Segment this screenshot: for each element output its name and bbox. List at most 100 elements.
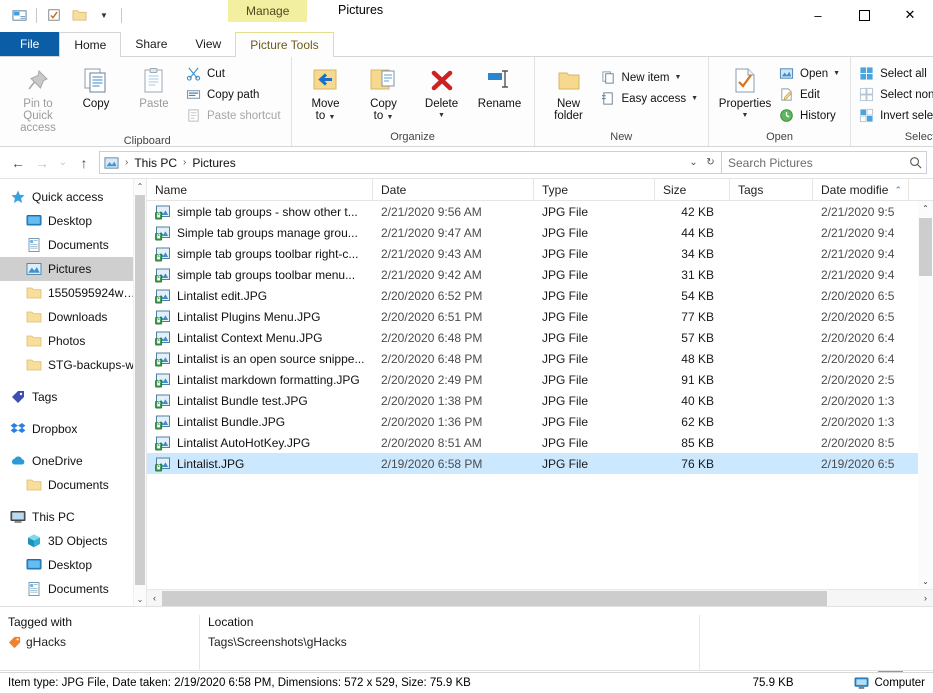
breadcrumb-this-pc[interactable]: This PC (132, 155, 179, 171)
folder-icon[interactable] (68, 4, 90, 26)
file-row[interactable]: Lintalist Bundle test.JPG 2/20/2020 1:38 … (147, 390, 933, 411)
file-name-cell[interactable]: simple tab groups toolbar menu... (147, 267, 373, 283)
sidebar-item-dropbox[interactable]: Dropbox (0, 417, 146, 441)
close-button[interactable]: ✕ (887, 0, 933, 30)
column-header-date-modified[interactable]: Date modifie ⌃ (813, 178, 909, 201)
copy-button[interactable]: Copy (67, 61, 125, 110)
delete-button[interactable]: Delete ▼ (413, 61, 471, 122)
file-name-cell[interactable]: Lintalist is an open source snippe... (147, 351, 373, 367)
file-name-cell[interactable]: Lintalist Bundle test.JPG (147, 393, 373, 409)
rename-button[interactable]: Rename (471, 61, 529, 110)
file-row[interactable]: simple tab groups toolbar right-c... 2/21… (147, 243, 933, 264)
column-header-type[interactable]: Type (534, 178, 655, 201)
file-name-cell[interactable]: Lintalist Bundle.JPG (147, 414, 373, 430)
file-name-cell[interactable]: Simple tab groups manage grou... (147, 225, 373, 241)
search-icon[interactable] (909, 156, 922, 169)
file-name-cell[interactable]: simple tab groups toolbar right-c... (147, 246, 373, 262)
new-folder-button[interactable]: New folder (540, 61, 598, 122)
history-button[interactable]: History (776, 105, 845, 126)
nav-scroll-up-icon[interactable]: ⌃ (134, 179, 146, 193)
file-name-cell[interactable]: Lintalist Plugins Menu.JPG (147, 309, 373, 325)
sidebar-item-this-pc[interactable]: This PC (0, 505, 146, 529)
file-row[interactable]: Lintalist Bundle.JPG 2/20/2020 1:36 PM JPG… (147, 411, 933, 432)
file-list-scrollbar[interactable]: ⌃ ⌄ (918, 201, 933, 589)
file-row[interactable]: Lintalist edit.JPG 2/20/2020 6:52 PM JPG F… (147, 285, 933, 306)
forward-button[interactable]: → (30, 151, 54, 175)
breadcrumb-separator-1[interactable]: › (179, 157, 190, 168)
breadcrumb-pictures[interactable]: Pictures (190, 155, 237, 171)
copy-to-button[interactable]: Copy to ▼ (355, 61, 413, 124)
sidebar-item-desktop[interactable]: Desktop (0, 553, 146, 577)
file-row[interactable]: Lintalist Plugins Menu.JPG 2/20/2020 6:51… (147, 306, 933, 327)
search-box[interactable]: Search Pictures (722, 151, 927, 174)
sidebar-item-documents[interactable]: Documents (0, 233, 146, 257)
select-none-button[interactable]: Select none (856, 84, 933, 105)
back-button[interactable]: ← (6, 151, 30, 175)
file-name-cell[interactable]: Lintalist AutoHotKey.JPG (147, 435, 373, 451)
file-row[interactable]: Lintalist markdown formatting.JPG 2/20/20… (147, 369, 933, 390)
pin-to-quick-access-button[interactable]: Pin to Quick access (9, 61, 67, 134)
file-name-cell[interactable]: Lintalist edit.JPG (147, 288, 373, 304)
file-row[interactable]: Simple tab groups manage grou... 2/21/202… (147, 222, 933, 243)
sidebar-item-documents[interactable]: Documents (0, 577, 146, 601)
hscroll-right-icon[interactable]: › (918, 591, 933, 606)
column-header-name[interactable]: Name (147, 178, 373, 201)
move-to-button[interactable]: Move to ▼ (297, 61, 355, 124)
address-dropdown-icon[interactable]: ⌄ (685, 152, 702, 173)
customize-quick-access-icon[interactable]: ▼ (93, 4, 115, 26)
list-scroll-up-icon[interactable]: ⌃ (918, 201, 933, 216)
column-header-tags[interactable]: Tags (730, 178, 813, 201)
cut-button[interactable]: Cut (183, 63, 286, 84)
hscroll-left-icon[interactable]: ‹ (147, 591, 162, 606)
navigation-pane-scrollbar[interactable]: ⌃ ⌄ (133, 179, 146, 606)
file-row[interactable]: simple tab groups - show other t... 2/21/… (147, 201, 933, 222)
sidebar-item-desktop[interactable]: Desktop (0, 209, 146, 233)
file-name-cell[interactable]: simple tab groups - show other t... (147, 204, 373, 220)
maximize-button[interactable] (841, 0, 887, 30)
sidebar-item-pictures[interactable]: Pictures (0, 257, 146, 281)
easy-access-button[interactable]: Easy access ▼ (598, 88, 704, 109)
open-button[interactable]: Open ▼ (776, 63, 845, 84)
list-scroll-down-icon[interactable]: ⌄ (918, 574, 933, 589)
file-row[interactable]: Lintalist AutoHotKey.JPG 2/20/2020 8:51 A… (147, 432, 933, 453)
tagged-with-value-row[interactable]: gHacks (8, 635, 199, 649)
paste-button[interactable]: Paste (125, 61, 183, 110)
address-path-box[interactable]: › This PC › Pictures ⌄ ↻ (99, 151, 722, 174)
paste-shortcut-button[interactable]: Paste shortcut (183, 105, 286, 126)
column-header-date[interactable]: Date (373, 178, 534, 201)
edit-button[interactable]: Edit (776, 84, 845, 105)
tab-view[interactable]: View (181, 32, 235, 56)
file-list-horizontal-scrollbar[interactable]: ‹ › (147, 589, 933, 606)
list-scroll-thumb[interactable] (919, 218, 932, 276)
file-row[interactable]: Lintalist Context Menu.JPG 2/20/2020 6:48… (147, 327, 933, 348)
sidebar-item-downloads[interactable]: Downloads (0, 305, 146, 329)
properties-button[interactable]: Properties ▼ (714, 61, 776, 122)
select-all-button[interactable]: Select all (856, 63, 933, 84)
tab-home[interactable]: Home (59, 32, 122, 57)
column-header-size[interactable]: Size (655, 178, 730, 201)
sidebar-item-tags[interactable]: Tags (0, 385, 146, 409)
sidebar-item-documents[interactable]: Documents (0, 473, 146, 497)
hscroll-thumb[interactable] (162, 590, 828, 606)
file-name-cell[interactable]: Lintalist markdown formatting.JPG (147, 372, 373, 388)
copy-path-button[interactable]: Copy path (183, 84, 286, 105)
file-row[interactable]: simple tab groups toolbar menu... 2/21/20… (147, 264, 933, 285)
sidebar-item-quick-access[interactable]: Quick access (0, 185, 146, 209)
sidebar-item-3d-objects[interactable]: 3D Objects (0, 529, 146, 553)
sidebar-item-photos[interactable]: Photos (0, 329, 146, 353)
minimize-button[interactable]: – (795, 0, 841, 30)
sidebar-item-onedrive[interactable]: OneDrive (0, 449, 146, 473)
file-name-cell[interactable]: Lintalist Context Menu.JPG (147, 330, 373, 346)
file-row[interactable]: Lintalist.JPG 2/19/2020 6:58 PM JPG File 76… (147, 453, 933, 474)
tab-file[interactable]: File (0, 32, 60, 56)
nav-scroll-thumb[interactable] (135, 195, 145, 585)
nav-scroll-down-icon[interactable]: ⌄ (134, 592, 146, 606)
refresh-icon[interactable]: ↻ (702, 152, 719, 173)
search-input[interactable]: Search Pictures (728, 156, 909, 170)
properties-icon[interactable] (8, 4, 30, 26)
tab-picture-tools[interactable]: Picture Tools (235, 32, 334, 57)
invert-selection-button[interactable]: Invert selection (856, 105, 933, 126)
file-row[interactable]: Lintalist is an open source snippe... 2/2… (147, 348, 933, 369)
new-item-button[interactable]: New item ▼ (598, 67, 704, 88)
hscroll-track[interactable] (162, 590, 918, 606)
